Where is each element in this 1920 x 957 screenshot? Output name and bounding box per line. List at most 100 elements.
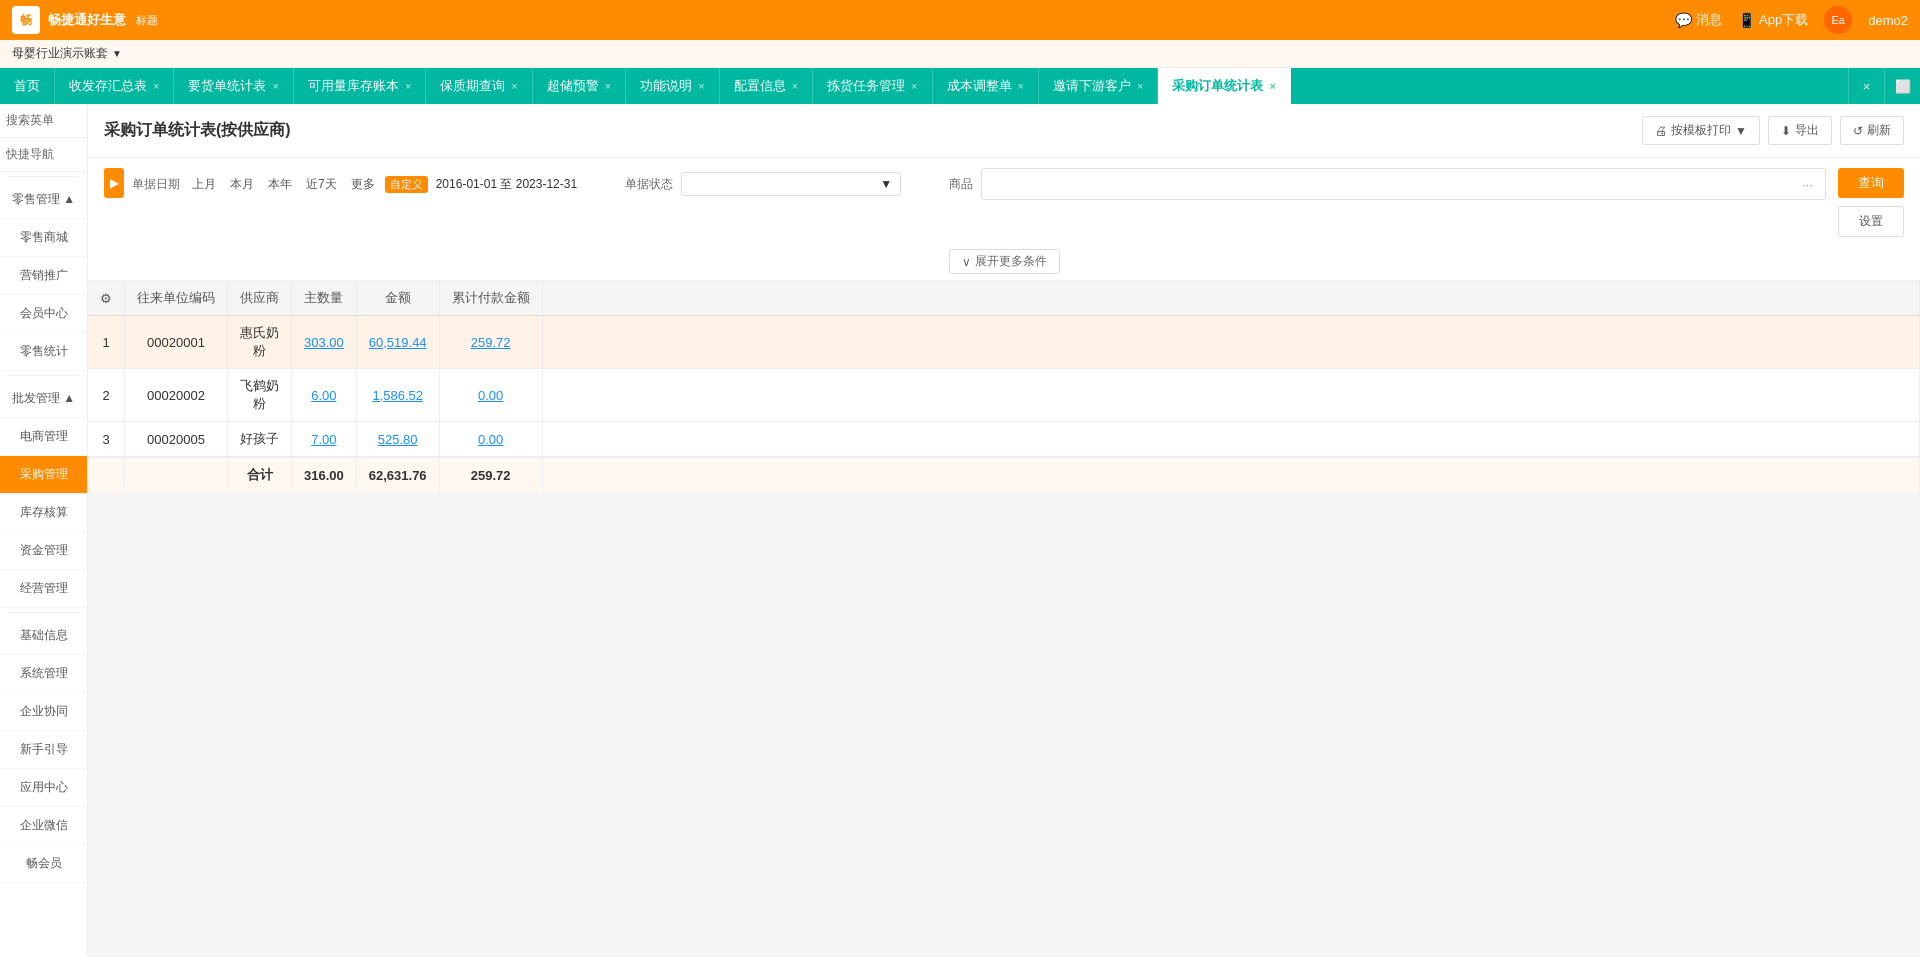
close-tab-receive-summary[interactable]: ×	[153, 80, 159, 92]
tab-config-info[interactable]: 配置信息 ×	[720, 68, 813, 104]
close-all-tabs-btn[interactable]: ×	[1848, 68, 1884, 104]
tab-cost-adjust[interactable]: 成本调整单 ×	[933, 68, 1039, 104]
sidebar-item-marketing[interactable]: 营销推广	[0, 257, 87, 295]
top-bar-right: 💬 消息 📱 App下载 Ea demo2	[1675, 6, 1908, 34]
filter-actions: 查询 设置	[1838, 168, 1904, 237]
close-tab-validity-query[interactable]: ×	[511, 80, 517, 92]
close-tab-purchase-summary[interactable]: ×	[1269, 80, 1275, 92]
row-code: 00020001	[125, 316, 228, 369]
table-row[interactable]: 1 00020001 惠氏奶粉 303.00 60,519.44 259.72	[88, 316, 1920, 369]
table-row[interactable]: 2 00020002 飞鹤奶粉 6.00 1,586.52 0.00	[88, 369, 1920, 422]
sidebar-item-basic-info[interactable]: 基础信息	[0, 617, 87, 655]
tab-overstock-warning[interactable]: 超储预警 ×	[533, 68, 626, 104]
user-avatar[interactable]: Ea	[1824, 6, 1852, 34]
close-tab-function-desc[interactable]: ×	[698, 80, 704, 92]
tab-receive-summary[interactable]: 收发存汇总表 ×	[55, 68, 174, 104]
row-paid: 0.00	[439, 422, 542, 458]
shortcut-7days[interactable]: 近7天	[302, 174, 341, 195]
col-extra	[542, 281, 1919, 316]
goods-input[interactable]	[990, 173, 1798, 195]
sidebar-item-retail-shop[interactable]: 零售商城	[0, 219, 87, 257]
tab-function-desc[interactable]: 功能说明 ×	[626, 68, 719, 104]
table-header-row: ⚙ 往来单位编码 供应商 主数量 金额 累计付款金额	[88, 281, 1920, 316]
top-bar-left: 畅 畅捷通好生意 标题	[12, 6, 158, 34]
tab-home[interactable]: 首页	[0, 68, 55, 104]
close-tab-config-info[interactable]: ×	[792, 80, 798, 92]
close-tab-available-stock[interactable]: ×	[405, 80, 411, 92]
date-range-text: 2016-01-01 至 2023-12-31	[436, 176, 577, 193]
printer-icon: 🖨	[1655, 124, 1667, 138]
sidebar-item-purchase[interactable]: 采购管理	[0, 456, 87, 494]
sidebar-search[interactable]: 搜索英单	[0, 104, 87, 138]
date-range-display: 2016-01-01 至 2023-12-31	[436, 176, 577, 193]
sidebar-item-operations[interactable]: 经营管理	[0, 570, 87, 608]
sidebar-item-wholesale[interactable]: 批发管理 ▲	[0, 380, 87, 418]
avatar-label: Ea	[1832, 14, 1845, 26]
page-title: 采购订单统计表(按供应商)	[104, 120, 291, 141]
message-btn[interactable]: 💬 消息	[1675, 11, 1722, 29]
row-supplier: 飞鹤奶粉	[228, 369, 292, 422]
settings-button[interactable]: 设置	[1838, 206, 1904, 237]
sidebar-item-member2[interactable]: 畅会员	[0, 845, 87, 883]
close-tab-order-summary[interactable]: ×	[272, 80, 278, 92]
print-dropdown-icon: ▼	[1735, 124, 1747, 138]
close-tab-pick-task[interactable]: ×	[911, 80, 917, 92]
status-dropdown-icon: ▼	[880, 177, 892, 191]
tab-available-stock[interactable]: 可用量库存账本 ×	[294, 68, 426, 104]
query-button[interactable]: 查询	[1838, 168, 1904, 198]
col-amount: 金额	[356, 281, 439, 316]
col-qty: 主数量	[292, 281, 357, 316]
sidebar-item-retail-stats[interactable]: 零售统计	[0, 333, 87, 371]
message-icon: 💬	[1675, 12, 1692, 28]
footer-qty: 316.00	[292, 457, 357, 492]
tab-invite-downstream[interactable]: 邀请下游客户 ×	[1039, 68, 1158, 104]
table-header: ⚙ 往来单位编码 供应商 主数量 金额 累计付款金额	[88, 281, 1920, 316]
sidebar-item-enterprise[interactable]: 企业协同	[0, 693, 87, 731]
restore-window-btn[interactable]: ⬜	[1884, 68, 1920, 104]
shortcut-this-month[interactable]: 本月	[226, 174, 258, 195]
sidebar-item-retail[interactable]: 零售管理 ▲	[0, 181, 87, 219]
tab-pick-task[interactable]: 拣货任务管理 ×	[813, 68, 932, 104]
sidebar-item-system[interactable]: 系统管理	[0, 655, 87, 693]
sidebar-item-ecommerce[interactable]: 电商管理	[0, 418, 87, 456]
sidebar-item-enterprise-wechat[interactable]: 企业微信	[0, 807, 87, 845]
row-qty: 7.00	[292, 422, 357, 458]
refresh-button[interactable]: ↺ 刷新	[1840, 116, 1904, 145]
shortcut-more[interactable]: 更多	[347, 174, 379, 195]
tab-validity-query[interactable]: 保质期查询 ×	[426, 68, 532, 104]
sidebar-divider-2	[8, 375, 79, 376]
table-row[interactable]: 3 00020005 好孩子 7.00 525.80 0.00	[88, 422, 1920, 458]
sidebar-item-finance[interactable]: 资金管理	[0, 532, 87, 570]
close-tab-cost-adjust[interactable]: ×	[1018, 80, 1024, 92]
col-settings[interactable]: ⚙	[88, 281, 125, 316]
expand-conditions-btn[interactable]: ∨ 展开更多条件	[949, 249, 1060, 274]
app-download-btn[interactable]: 📱 App下载	[1738, 11, 1808, 29]
shortcut-this-year[interactable]: 本年	[264, 174, 296, 195]
export-button[interactable]: ⬇ 导出	[1768, 116, 1832, 145]
row-supplier: 惠氏奶粉	[228, 316, 292, 369]
shortcut-last-month[interactable]: 上月	[188, 174, 220, 195]
sidebar-item-inventory[interactable]: 库存核算	[0, 494, 87, 532]
app-brand: 畅捷通好生意	[48, 11, 126, 29]
close-tab-invite-downstream[interactable]: ×	[1137, 80, 1143, 92]
close-tab-overstock-warning[interactable]: ×	[605, 80, 611, 92]
account-selector[interactable]: 母婴行业演示账套 ▼	[12, 45, 122, 62]
settings-icon: ⚙	[100, 291, 112, 306]
goods-input-wrapper: ···	[981, 168, 1826, 200]
toggle-filter-btn[interactable]: ▶	[104, 168, 124, 198]
sidebar-item-member[interactable]: 会员中心	[0, 295, 87, 333]
sidebar-item-new-guide[interactable]: 新手引导	[0, 731, 87, 769]
tab-purchase-summary[interactable]: 采购订单统计表 ×	[1158, 68, 1290, 104]
goods-ellipsis-btn[interactable]: ···	[1798, 177, 1817, 192]
row-amount: 1,586.52	[356, 369, 439, 422]
refresh-icon: ↺	[1853, 124, 1863, 138]
tab-order-summary[interactable]: 要货单统计表 ×	[174, 68, 293, 104]
subtitle-bar: 母婴行业演示账套 ▼	[0, 40, 1920, 68]
sidebar-quick-nav[interactable]: 快捷导航	[0, 138, 87, 172]
status-select[interactable]: ▼	[681, 172, 901, 196]
sidebar-item-app-center[interactable]: 应用中心	[0, 769, 87, 807]
col-code: 往来单位编码	[125, 281, 228, 316]
print-button[interactable]: 🖨 按模板打印 ▼	[1642, 116, 1760, 145]
filter-section: ▶ 单据日期 上月 本月 本年 近7天 更多 自定义 2016-01-01 至 …	[88, 158, 1920, 281]
col-supplier: 供应商	[228, 281, 292, 316]
